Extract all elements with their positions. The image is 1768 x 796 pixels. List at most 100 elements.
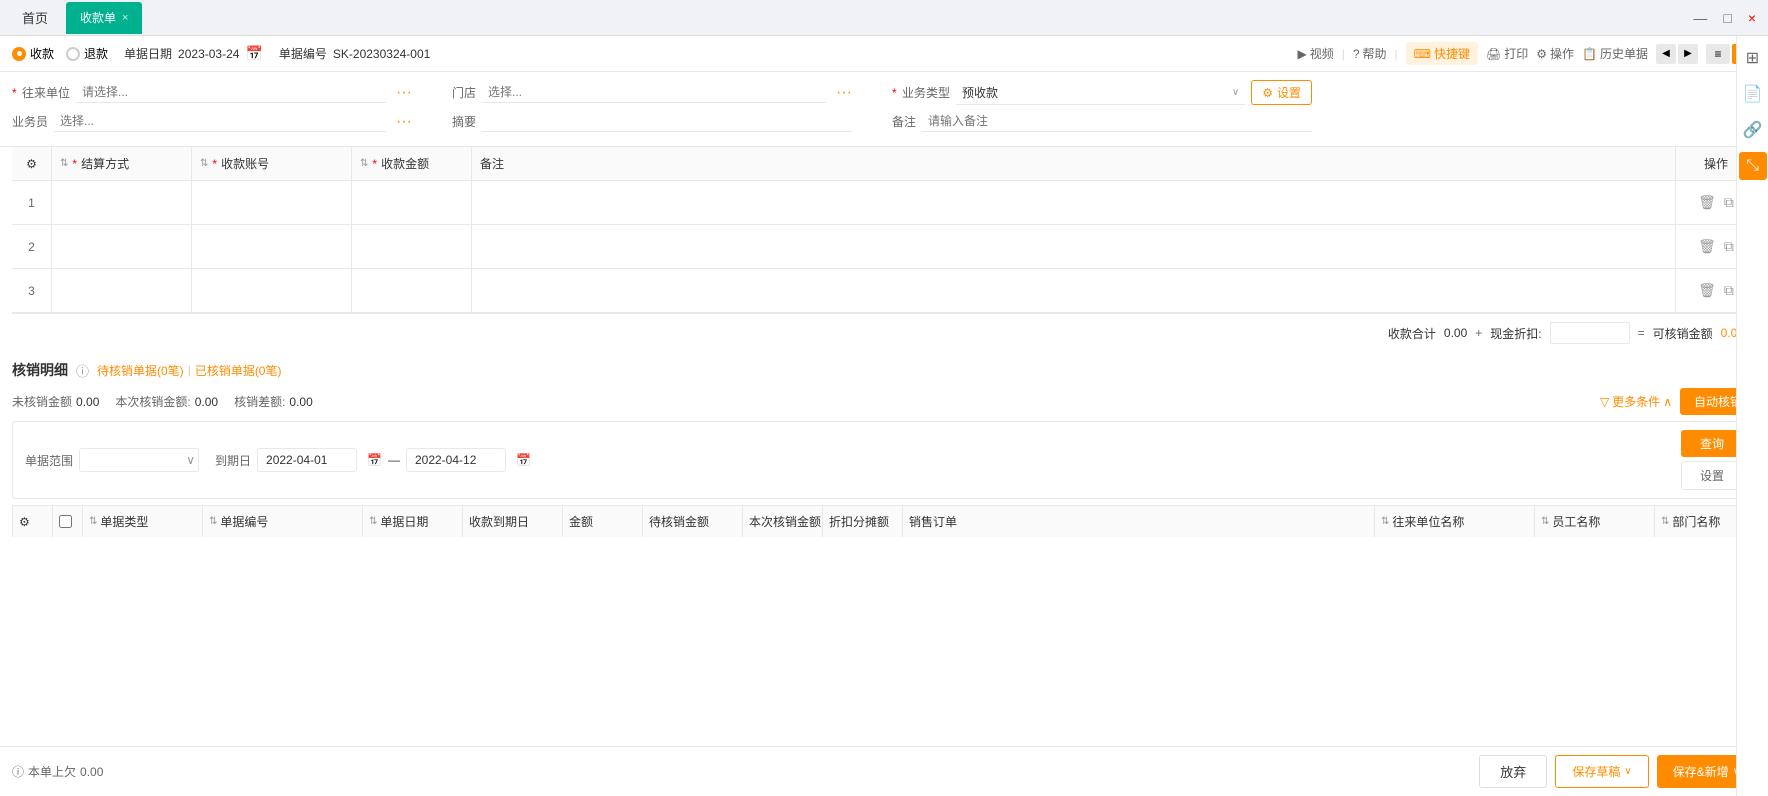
due-date-end-input[interactable]: [406, 448, 506, 472]
abandon-button[interactable]: 放弃: [1479, 755, 1547, 788]
row-1-amount[interactable]: [352, 181, 472, 224]
remark-th: 备注: [472, 147, 1676, 180]
row-3-delete-icon[interactable]: 🗑: [1698, 282, 1716, 299]
detail-pending-th: 待核销金额: [643, 506, 743, 537]
date-field: 单据日期 2023-03-24 📅: [124, 45, 263, 62]
detail-settings-th[interactable]: ⚙: [13, 506, 53, 537]
divider1: |: [1342, 47, 1345, 61]
filter-icon: ▽: [1600, 395, 1609, 409]
counterpart-input[interactable]: [76, 82, 386, 103]
shortcut-button[interactable]: ⌨ 快捷键: [1406, 42, 1478, 65]
calendar-end-icon[interactable]: 📅: [516, 453, 531, 467]
row-2-account[interactable]: [192, 225, 352, 268]
discount-label: 现金折扣:: [1490, 325, 1541, 342]
remark-field: 备注: [892, 111, 1312, 132]
radio-shoukuan[interactable]: 收款: [12, 45, 54, 62]
store-input[interactable]: [482, 82, 826, 103]
business-type-select[interactable]: 预收款 ∨: [956, 81, 1245, 105]
remark-input[interactable]: [922, 111, 1312, 132]
bottom-info-icon[interactable]: ⓘ: [12, 763, 24, 780]
row-2-remark[interactable]: [472, 225, 1676, 268]
verify-tab-pending[interactable]: 待核销单据(0笔): [97, 362, 184, 379]
maximize-button[interactable]: □: [1719, 8, 1735, 28]
detail-due-th: 收款到期日: [463, 506, 563, 537]
equals-sign: =: [1638, 326, 1645, 340]
filter-bar: 未核销金额 0.00 本次核销金额: 0.00 核销差额: 0.00 ▽ 更多条…: [12, 388, 1756, 415]
date-label: 单据日期: [124, 45, 172, 62]
table-row: 1 🗑 ⧉: [12, 181, 1756, 225]
print-button[interactable]: 🖨 打印: [1486, 45, 1528, 62]
table-row: 3 🗑 ⧉: [12, 269, 1756, 313]
form-row-2: 业务员 ··· 摘要 备注: [12, 111, 1756, 132]
tab-home[interactable]: 首页: [8, 2, 62, 34]
toolbar-right: ▶ 视频 | ? 帮助 | ⌨ 快捷键 🖨 打印 ⚙ 操作 📋: [1297, 42, 1756, 65]
detail-type-th: ⇅ 单据类型: [83, 506, 203, 537]
detail-check-all[interactable]: [59, 515, 72, 528]
query-button[interactable]: 查询: [1681, 430, 1743, 457]
plus-sign: +: [1475, 326, 1482, 340]
sidebar-expand-icon[interactable]: ⤡: [1739, 152, 1767, 180]
radio-shoukuan-label: 收款: [30, 45, 54, 62]
filter-row: 单据范围 ∨ 到期日 📅 — 📅 查询 设置: [12, 421, 1756, 499]
row-1-copy-icon[interactable]: ⧉: [1724, 194, 1734, 211]
operation-button[interactable]: ⚙ 操作: [1536, 45, 1574, 62]
help-button[interactable]: ? 帮助: [1353, 45, 1387, 62]
store-more-icon[interactable]: ···: [836, 84, 852, 102]
verify-info-icon[interactable]: ⓘ: [76, 361, 89, 380]
sidebar-doc-icon[interactable]: 📄: [1739, 80, 1767, 108]
radio-tuikuan-dot: [66, 47, 80, 61]
discount-input[interactable]: [1550, 322, 1630, 344]
close-window-button[interactable]: ×: [1744, 8, 1760, 28]
counterpart-more-icon[interactable]: ···: [396, 84, 412, 102]
row-3-account[interactable]: [192, 269, 352, 312]
row-2-delete-icon[interactable]: 🗑: [1698, 238, 1716, 255]
date-value: 2023-03-24: [178, 47, 239, 61]
store-label: 门店: [452, 84, 476, 101]
row-2-amount[interactable]: [352, 225, 472, 268]
form-settings-button[interactable]: ⚙ 设置: [1251, 80, 1312, 105]
save-draft-button[interactable]: 保存草稿 ∨: [1555, 755, 1648, 788]
detail-check-th[interactable]: [53, 506, 83, 537]
row-3-copy-icon[interactable]: ⧉: [1724, 282, 1734, 299]
row-2-settle[interactable]: [52, 225, 192, 268]
minimize-button[interactable]: —: [1689, 8, 1711, 28]
table-settings-th[interactable]: ⚙: [12, 147, 52, 180]
tab-receipt[interactable]: 收款单 ×: [66, 2, 142, 34]
tab-close-icon[interactable]: ×: [122, 12, 128, 24]
due-date-start-input[interactable]: [257, 448, 357, 472]
radio-tuikuan[interactable]: 退款: [66, 45, 108, 62]
sidebar-table-icon[interactable]: ⊞: [1739, 44, 1767, 72]
summary-input[interactable]: [482, 111, 852, 132]
history-button[interactable]: 📋 历史单据: [1582, 45, 1648, 62]
date-icon[interactable]: 📅: [245, 45, 262, 62]
row-1-settle[interactable]: [52, 181, 192, 224]
row-1-remark[interactable]: [472, 181, 1676, 224]
nav-next-button[interactable]: ▶: [1678, 44, 1698, 64]
layout-list-button[interactable]: ≡: [1706, 44, 1730, 64]
row-3-amount[interactable]: [352, 269, 472, 312]
staff-input[interactable]: [54, 111, 386, 132]
detail-current-th: 本次核销金额: [743, 506, 823, 537]
row-3-remark[interactable]: [472, 269, 1676, 312]
row-1-delete-icon[interactable]: 🗑: [1698, 194, 1716, 211]
save-draft-dropdown-icon[interactable]: ∨: [1624, 766, 1631, 777]
row-2-copy-icon[interactable]: ⧉: [1724, 238, 1734, 255]
row-1-account[interactable]: [192, 181, 352, 224]
business-type-dropdown-icon: ∨: [1232, 87, 1239, 98]
right-sidebar: ⊞ 📄 🔗 ⤡: [1736, 36, 1768, 796]
row-1-num: 1: [12, 181, 52, 224]
more-filter-button[interactable]: ▽ 更多条件 ∧: [1600, 393, 1672, 410]
form-row-1: * 往来单位 ··· 门店 ··· * 业务类型 预收款: [12, 80, 1756, 105]
verify-title-text: 核销明细: [12, 360, 68, 380]
video-button[interactable]: ▶ 视频: [1297, 45, 1333, 62]
verify-settings-button[interactable]: 设置: [1681, 461, 1743, 490]
bottom-bar: ⓘ 本单上欠 0.00 放弃 保存草稿 ∨ 保存&新增 ∨: [0, 746, 1768, 796]
row-3-settle[interactable]: [52, 269, 192, 312]
calendar-start-icon[interactable]: 📅: [367, 453, 382, 467]
counterpart-field: * 往来单位 ···: [12, 82, 412, 103]
nav-prev-button[interactable]: ◀: [1656, 44, 1676, 64]
staff-more-icon[interactable]: ···: [396, 113, 412, 131]
range-select[interactable]: [79, 448, 199, 472]
verify-tab-done[interactable]: 已核销单据(0笔): [195, 362, 282, 379]
sidebar-link-icon[interactable]: 🔗: [1739, 116, 1767, 144]
